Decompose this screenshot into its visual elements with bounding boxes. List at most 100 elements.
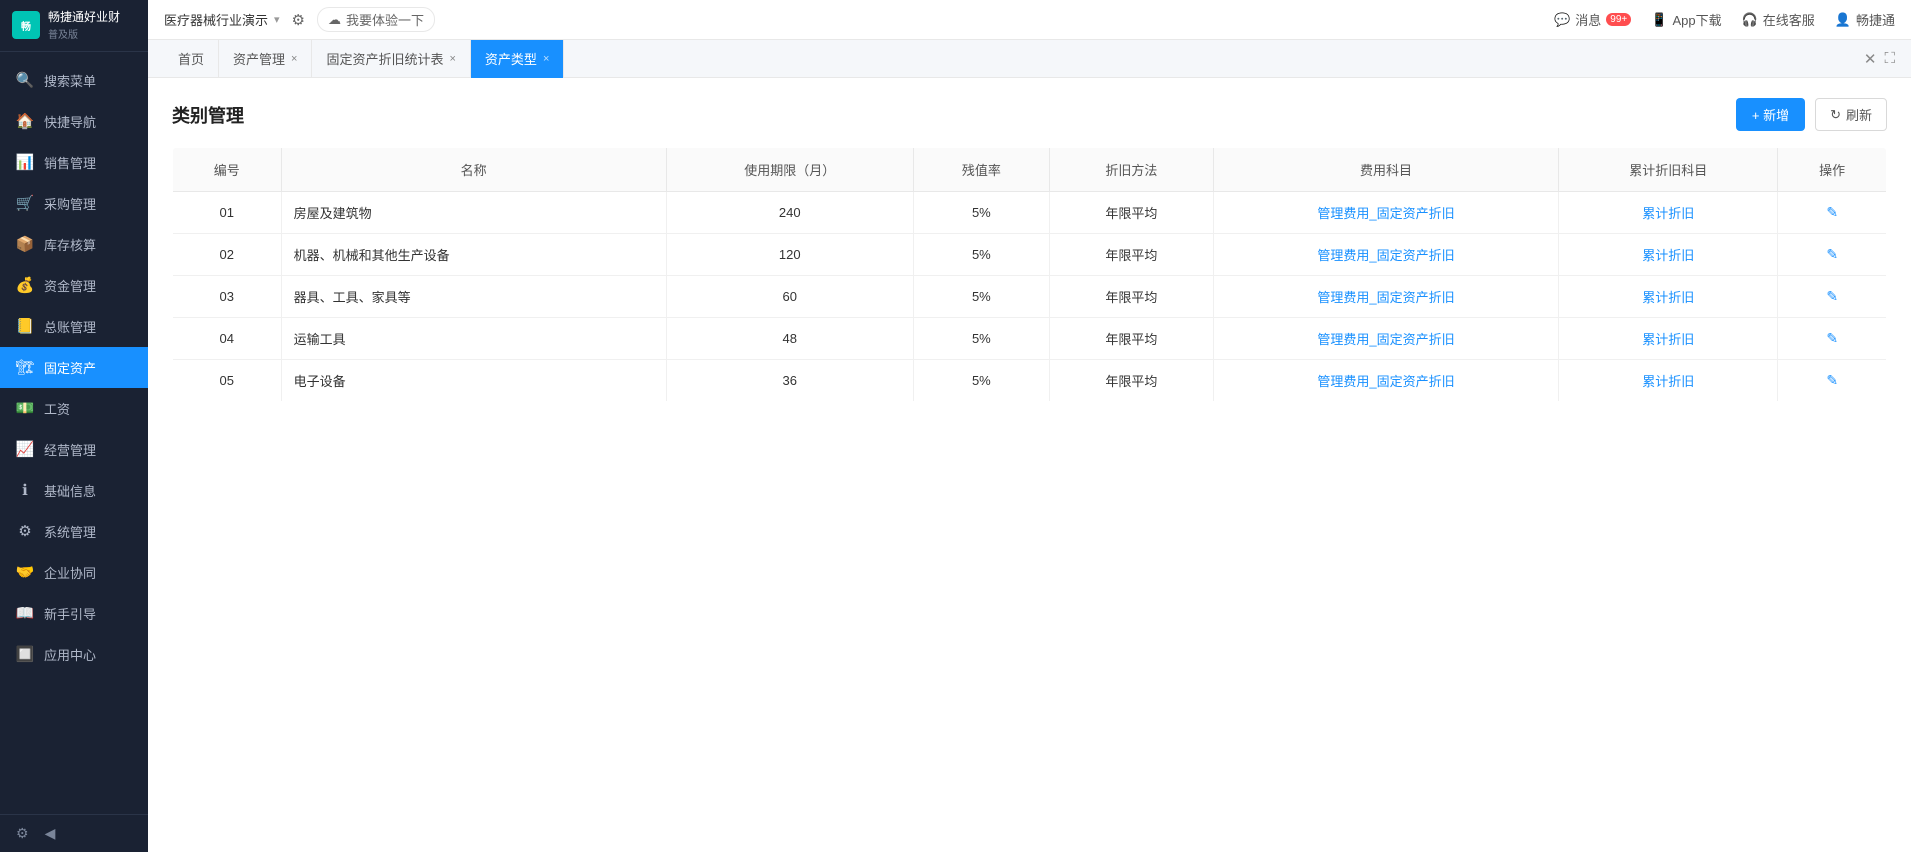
sidebar-item-capital[interactable]: 💰 资金管理 xyxy=(0,265,148,306)
collapse-footer-icon[interactable]: ◀ xyxy=(45,825,56,842)
sidebar-item-inventory[interactable]: 📦 库存核算 xyxy=(0,224,148,265)
sidebar-item-search[interactable]: 🔍 搜索菜单 xyxy=(0,60,148,101)
edit-icon[interactable]: ✎ xyxy=(1826,288,1838,304)
sidebar-item-enterprise[interactable]: 🤝 企业协同 xyxy=(0,552,148,593)
company-selector[interactable]: 医疗器械行业演示 ▾ xyxy=(164,10,280,29)
close-window-icon[interactable]: ✕ xyxy=(1864,50,1877,68)
messages-button[interactable]: 💬 消息 99+ xyxy=(1554,10,1631,29)
tab-actions: ✕ ⛶ xyxy=(1864,50,1895,68)
cell-period: 60 xyxy=(666,276,913,318)
cell-expense: 管理费用_固定资产折旧 xyxy=(1213,360,1558,402)
cell-action[interactable]: ✎ xyxy=(1778,318,1887,360)
cell-accumulated: 累计折旧 xyxy=(1559,276,1778,318)
user-profile-button[interactable]: 👤 畅捷通 xyxy=(1835,10,1895,29)
cell-name: 机器、机械和其他生产设备 xyxy=(281,234,666,276)
sidebar-item-fixed[interactable]: 🏗 固定资产 xyxy=(0,347,148,388)
refresh-button[interactable]: ↻ 刷新 xyxy=(1815,98,1887,131)
cell-salvage: 5% xyxy=(913,318,1049,360)
category-table: 编号 名称 使用期限（月） 残值率 折旧方法 费用科目 累计折旧科目 操作 01… xyxy=(172,147,1887,402)
main-content: 医疗器械行业演示 ▾ ⚙ ☁ 我要体验一下 💬 消息 99+ 📱 App下载 🎧… xyxy=(148,0,1911,852)
close-icon[interactable]: × xyxy=(449,53,455,65)
messages-label: 消息 xyxy=(1575,10,1601,29)
message-badge: 99+ xyxy=(1606,13,1631,26)
table-row: 03 器具、工具、家具等 60 5% 年限平均 管理费用_固定资产折旧 累计折旧… xyxy=(173,276,1887,318)
gear-icon[interactable]: ⚙ xyxy=(292,11,305,29)
customer-service-button[interactable]: 🎧 在线客服 xyxy=(1742,10,1815,29)
cell-method: 年限平均 xyxy=(1049,276,1213,318)
customer-service-label: 在线客服 xyxy=(1763,10,1815,29)
cell-period: 240 xyxy=(666,192,913,234)
sidebar-item-sales[interactable]: 📊 销售管理 xyxy=(0,142,148,183)
cell-method: 年限平均 xyxy=(1049,192,1213,234)
user-icon: 👤 xyxy=(1835,12,1851,28)
cell-id: 02 xyxy=(173,234,282,276)
tabs-bar: 首页 资产管理 × 固定资产折旧统计表 × 资产类型 × ✕ ⛶ xyxy=(148,40,1911,78)
table-row: 04 运输工具 48 5% 年限平均 管理费用_固定资产折旧 累计折旧 ✎ xyxy=(173,318,1887,360)
cell-expense: 管理费用_固定资产折旧 xyxy=(1213,192,1558,234)
sidebar-item-salary[interactable]: 💵 工资 xyxy=(0,388,148,429)
username-label: 畅捷通 xyxy=(1856,10,1895,29)
sidebar: 畅 畅捷通好业财 普及版 🔍 搜索菜单 🏠 快捷导航 📊 销售管理 🛒 采购管理… xyxy=(0,0,148,852)
cell-action[interactable]: ✎ xyxy=(1778,234,1887,276)
page-title: 类别管理 xyxy=(172,102,244,128)
col-header-period: 使用期限（月） xyxy=(666,148,913,192)
cell-salvage: 5% xyxy=(913,276,1049,318)
sidebar-item-guide[interactable]: 📖 新手引导 xyxy=(0,593,148,634)
sidebar-item-appstore[interactable]: 🔲 应用中心 xyxy=(0,634,148,675)
cell-id: 05 xyxy=(173,360,282,402)
tab-asset-management[interactable]: 资产管理 × xyxy=(219,40,312,78)
col-header-expense: 费用科目 xyxy=(1213,148,1558,192)
basic-icon: ℹ xyxy=(16,481,34,499)
sidebar-item-label: 总账管理 xyxy=(44,317,96,336)
sidebar-item-quicknav[interactable]: 🏠 快捷导航 xyxy=(0,101,148,142)
cell-action[interactable]: ✎ xyxy=(1778,192,1887,234)
cell-action[interactable]: ✎ xyxy=(1778,276,1887,318)
cell-name: 运输工具 xyxy=(281,318,666,360)
new-button[interactable]: + 新增 xyxy=(1736,98,1805,131)
page-header: 类别管理 + 新增 ↻ 刷新 xyxy=(172,98,1887,131)
experience-button[interactable]: ☁ 我要体验一下 xyxy=(317,7,435,32)
edit-icon[interactable]: ✎ xyxy=(1826,330,1838,346)
edit-icon[interactable]: ✎ xyxy=(1826,246,1838,262)
sidebar-item-operations[interactable]: 📈 经营管理 xyxy=(0,429,148,470)
app-logo-name: 畅捷通好业财 xyxy=(48,10,120,26)
maximize-icon[interactable]: ⛶ xyxy=(1884,50,1895,68)
mobile-icon: 📱 xyxy=(1651,12,1667,28)
sidebar-item-ledger[interactable]: 📒 总账管理 xyxy=(0,306,148,347)
refresh-icon: ↻ xyxy=(1830,107,1841,123)
edit-icon[interactable]: ✎ xyxy=(1826,204,1838,220)
sidebar-item-label: 采购管理 xyxy=(44,194,96,213)
sales-icon: 📊 xyxy=(16,153,34,171)
sidebar-footer: ⚙ ◀ xyxy=(0,814,148,852)
tab-depreciation-table-label: 固定资产折旧统计表 xyxy=(326,49,443,68)
close-icon[interactable]: × xyxy=(291,53,297,65)
sidebar-item-label: 经营管理 xyxy=(44,440,96,459)
cell-expense: 管理费用_固定资产折旧 xyxy=(1213,318,1558,360)
col-header-action: 操作 xyxy=(1778,148,1887,192)
tab-depreciation-table[interactable]: 固定资产折旧统计表 × xyxy=(312,40,470,78)
cell-id: 01 xyxy=(173,192,282,234)
cell-accumulated: 累计折旧 xyxy=(1559,360,1778,402)
sidebar-item-purchase[interactable]: 🛒 采购管理 xyxy=(0,183,148,224)
operations-icon: 📈 xyxy=(16,440,34,458)
cell-method: 年限平均 xyxy=(1049,234,1213,276)
sidebar-item-system[interactable]: ⚙ 系统管理 xyxy=(0,511,148,552)
sidebar-item-label: 固定资产 xyxy=(44,358,96,377)
sidebar-nav: 🔍 搜索菜单 🏠 快捷导航 📊 销售管理 🛒 采购管理 📦 库存核算 💰 资金管… xyxy=(0,52,148,814)
cell-expense: 管理费用_固定资产折旧 xyxy=(1213,234,1558,276)
app-logo-version: 普及版 xyxy=(48,26,120,41)
tab-asset-type[interactable]: 资产类型 × xyxy=(471,40,564,78)
sidebar-item-label: 销售管理 xyxy=(44,153,96,172)
settings-footer-icon[interactable]: ⚙ xyxy=(16,825,29,842)
sidebar-item-label: 新手引导 xyxy=(44,604,96,623)
cell-action[interactable]: ✎ xyxy=(1778,360,1887,402)
table-row: 05 电子设备 36 5% 年限平均 管理费用_固定资产折旧 累计折旧 ✎ xyxy=(173,360,1887,402)
tab-home[interactable]: 首页 xyxy=(164,40,219,78)
inventory-icon: 📦 xyxy=(16,235,34,253)
topbar-left: 医疗器械行业演示 ▾ ⚙ ☁ 我要体验一下 xyxy=(164,7,435,32)
edit-icon[interactable]: ✎ xyxy=(1826,372,1838,388)
app-download-button[interactable]: 📱 App下载 xyxy=(1651,10,1721,29)
close-icon[interactable]: × xyxy=(543,53,549,65)
sidebar-item-basic[interactable]: ℹ 基础信息 xyxy=(0,470,148,511)
home-icon: 🏠 xyxy=(16,112,34,130)
